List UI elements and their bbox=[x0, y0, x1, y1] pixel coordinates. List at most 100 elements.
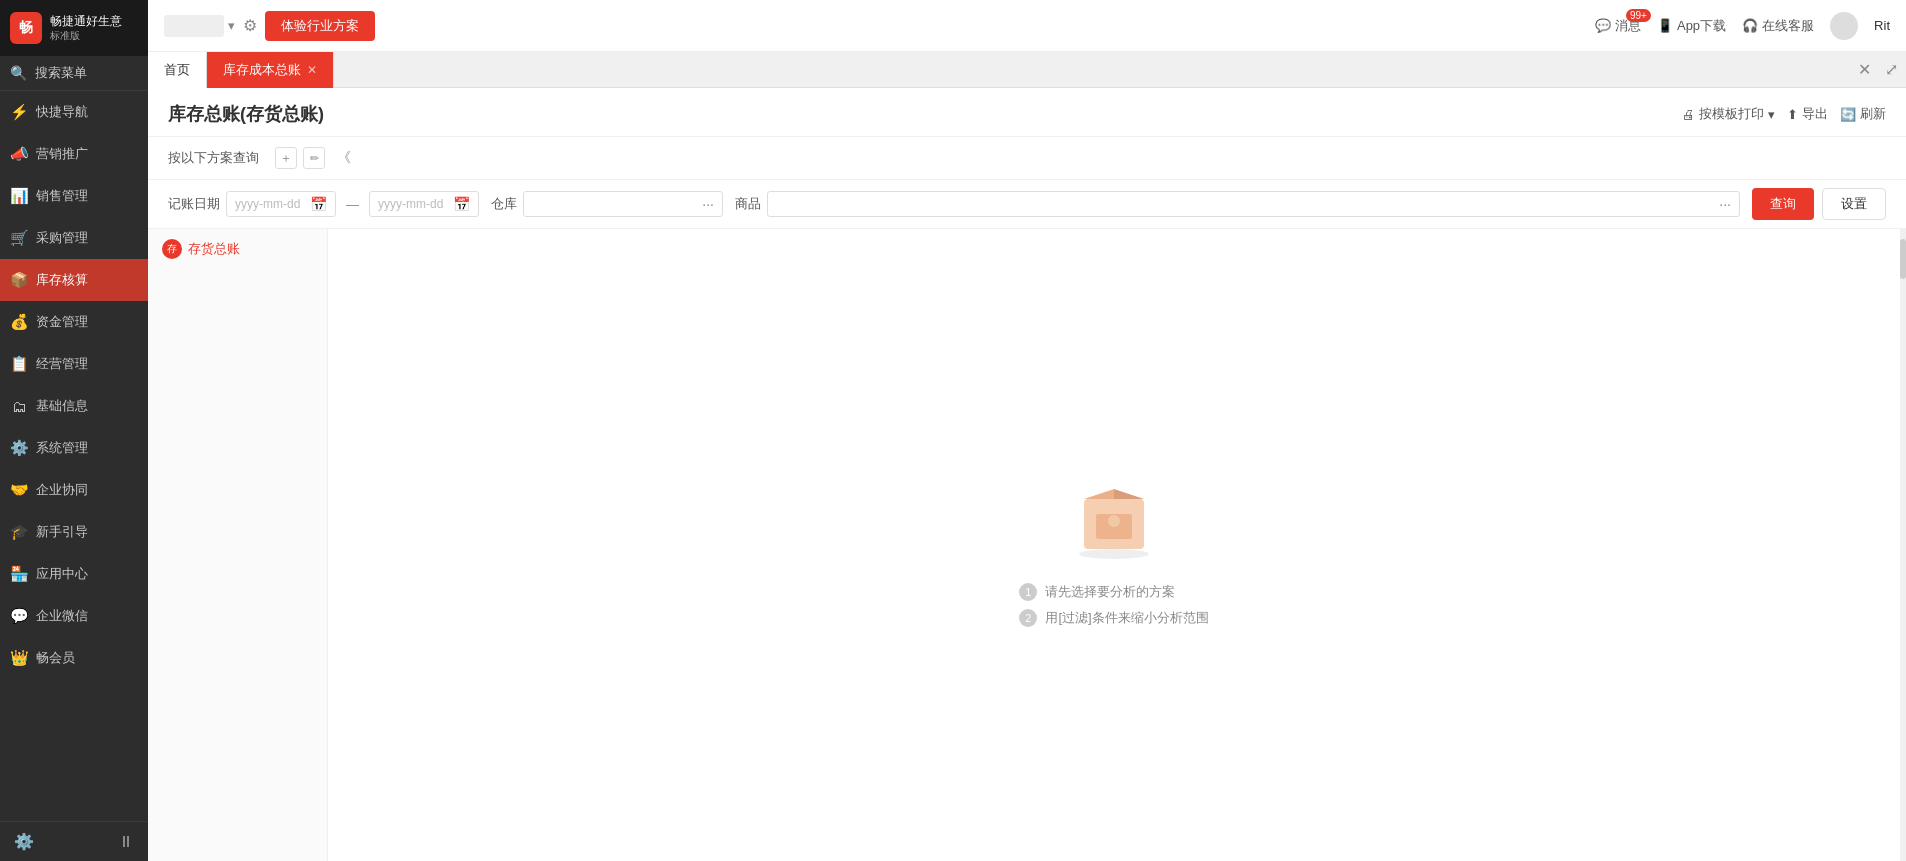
sidebar-item-guide[interactable]: 🎓 新手引导 bbox=[0, 511, 148, 553]
panel-controls: ✕ ⤢ bbox=[1850, 60, 1906, 79]
filter-add-button[interactable]: ＋ bbox=[275, 147, 297, 169]
empty-state: 1 请先选择要分析的方案 2 用[过滤]条件来缩小分析范围 bbox=[1019, 459, 1208, 631]
guide-icon: 🎓 bbox=[10, 523, 28, 541]
messages-button[interactable]: 💬 消息 99+ bbox=[1595, 17, 1641, 35]
filter-buttons: 查询 设置 bbox=[1752, 188, 1886, 220]
sidebar-item-label: 企业协同 bbox=[36, 481, 88, 499]
tip-num-2: 2 bbox=[1019, 609, 1037, 627]
goods-input[interactable]: ··· bbox=[767, 191, 1740, 217]
page-title: 库存总账(存货总账) bbox=[168, 102, 324, 126]
sidebar-search[interactable]: 🔍 搜索菜单 bbox=[0, 56, 148, 91]
sidebar-item-operations[interactable]: 📋 经营管理 bbox=[0, 343, 148, 385]
finance-icon: 💰 bbox=[10, 313, 28, 331]
export-icon: ⬆ bbox=[1787, 107, 1798, 122]
tip-num-1: 1 bbox=[1019, 583, 1037, 601]
sidebar-search-label: 搜索菜单 bbox=[35, 64, 87, 82]
sidebar-item-inventory[interactable]: 📦 库存核算 bbox=[0, 259, 148, 301]
sidebar-item-system[interactable]: ⚙️ 系统管理 bbox=[0, 427, 148, 469]
svg-point-4 bbox=[1108, 515, 1120, 527]
goods-field: 商品 ··· bbox=[735, 191, 1740, 217]
refresh-button[interactable]: 🔄 刷新 bbox=[1840, 105, 1886, 123]
sidebar-item-purchase[interactable]: 🛒 采购管理 bbox=[0, 217, 148, 259]
scheme-selector[interactable]: ▾ bbox=[164, 15, 235, 37]
sidebar-item-basic[interactable]: 🗂 基础信息 bbox=[0, 385, 148, 427]
export-label: 导出 bbox=[1802, 105, 1828, 123]
sidebar-item-label: 企业微信 bbox=[36, 607, 88, 625]
tab-close-icon[interactable]: ✕ bbox=[307, 63, 317, 77]
filter-edit-button[interactable]: ✏ bbox=[303, 147, 325, 169]
warehouse-input[interactable]: ··· bbox=[523, 191, 723, 217]
collapse-icon[interactable]: ⏸ bbox=[118, 833, 134, 851]
filter-fields-row: 记账日期 yyyy-mm-dd 📅 — yyyy-mm-dd 📅 仓库 ··· bbox=[148, 180, 1906, 229]
message-icon: 💬 bbox=[1595, 18, 1611, 33]
sidebar-footer: ⚙️ ⏸ bbox=[0, 821, 148, 861]
tip-item-1: 1 请先选择要分析的方案 bbox=[1019, 579, 1208, 605]
sidebar-item-enterprise[interactable]: 🤝 企业协同 bbox=[0, 469, 148, 511]
scroll-thumb[interactable] bbox=[1900, 239, 1906, 279]
inventory-icon: 📦 bbox=[10, 271, 28, 289]
user-avatar[interactable] bbox=[1830, 12, 1858, 40]
tab-home[interactable]: 首页 bbox=[148, 52, 207, 88]
sidebar-item-label: 基础信息 bbox=[36, 397, 88, 415]
filter-settings-button[interactable]: 设置 bbox=[1822, 188, 1886, 220]
sidebar-item-label: 采购管理 bbox=[36, 229, 88, 247]
filter-bar: 按以下方案查询 ＋ ✏ 《 bbox=[148, 137, 1906, 180]
sidebar-item-finance[interactable]: 💰 资金管理 bbox=[0, 301, 148, 343]
sidebar-item-appstore[interactable]: 🏪 应用中心 bbox=[0, 553, 148, 595]
sales-icon: 📊 bbox=[10, 187, 28, 205]
scrollbar-right[interactable] bbox=[1900, 229, 1906, 861]
messages-badge: 99+ bbox=[1626, 9, 1651, 22]
app-download-label: App下载 bbox=[1677, 17, 1726, 35]
service-label: 在线客服 bbox=[1762, 17, 1814, 35]
user-name: Rit bbox=[1874, 18, 1890, 33]
sidebar-item-wechat[interactable]: 💬 企业微信 bbox=[0, 595, 148, 637]
sidebar-item-member[interactable]: 👑 畅会员 bbox=[0, 637, 148, 679]
appstore-icon: 🏪 bbox=[10, 565, 28, 583]
sidebar-item-label: 应用中心 bbox=[36, 565, 88, 583]
print-template-button[interactable]: 🖨 按模板打印 ▾ bbox=[1682, 105, 1775, 123]
scheme-item-label: 存货总账 bbox=[188, 240, 240, 258]
tab-inventory-cost[interactable]: 库存成本总账 ✕ bbox=[207, 52, 334, 88]
basic-icon: 🗂 bbox=[10, 398, 28, 415]
sidebar-item-label: 快捷导航 bbox=[36, 103, 88, 121]
topbar: ▾ ⚙ 体验行业方案 💬 消息 99+ 📱 App下载 🎧 在线客服 Rit bbox=[148, 0, 1906, 52]
sidebar-item-quick-nav[interactable]: ⚡ 快捷导航 bbox=[0, 91, 148, 133]
sidebar-item-label: 经营管理 bbox=[36, 355, 88, 373]
settings-gear-icon[interactable]: ⚙ bbox=[243, 16, 257, 35]
sidebar-item-marketing[interactable]: 📣 营销推广 bbox=[0, 133, 148, 175]
goods-more-icon[interactable]: ··· bbox=[1719, 196, 1731, 212]
date-start-calendar-icon[interactable]: 📅 bbox=[310, 196, 327, 212]
warehouse-more-icon[interactable]: ··· bbox=[702, 196, 714, 212]
date-field-label: 记账日期 bbox=[168, 195, 220, 213]
app-version: 标准版 bbox=[50, 29, 122, 43]
date-separator: — bbox=[346, 197, 359, 212]
tip-item-2: 2 用[过滤]条件来缩小分析范围 bbox=[1019, 605, 1208, 631]
date-end-input[interactable]: yyyy-mm-dd 📅 bbox=[369, 191, 479, 217]
tab-home-label: 首页 bbox=[164, 61, 190, 79]
svg-marker-1 bbox=[1084, 489, 1114, 499]
tip-text-1: 请先选择要分析的方案 bbox=[1045, 579, 1175, 605]
panel-expand-icon[interactable]: ⤢ bbox=[1885, 60, 1898, 79]
sidebar-item-label: 销售管理 bbox=[36, 187, 88, 205]
topbar-left: ▾ ⚙ 体验行业方案 bbox=[164, 11, 1585, 41]
sidebar-item-sales[interactable]: 📊 销售管理 bbox=[0, 175, 148, 217]
trial-button[interactable]: 体验行业方案 bbox=[265, 11, 375, 41]
scheme-value[interactable] bbox=[164, 15, 224, 37]
filter-scheme-label: 按以下方案查询 bbox=[168, 149, 259, 167]
online-service-button[interactable]: 🎧 在线客服 bbox=[1742, 17, 1814, 35]
app-logo-text: 畅捷通好生意 标准版 bbox=[50, 13, 122, 44]
panel-close-icon[interactable]: ✕ bbox=[1850, 60, 1879, 79]
query-button[interactable]: 查询 bbox=[1752, 188, 1814, 220]
settings-icon[interactable]: ⚙️ bbox=[14, 832, 34, 851]
date-start-input[interactable]: yyyy-mm-dd 📅 bbox=[226, 191, 336, 217]
sidebar-item-label: 新手引导 bbox=[36, 523, 88, 541]
tabs-bar: 首页 库存成本总账 ✕ ✕ ⤢ bbox=[148, 52, 1906, 88]
system-icon: ⚙️ bbox=[10, 439, 28, 457]
scheme-inventory-general[interactable]: 存 存货总账 bbox=[148, 229, 327, 269]
search-icon: 🔍 bbox=[10, 65, 27, 81]
app-download-button[interactable]: 📱 App下载 bbox=[1657, 17, 1726, 35]
date-end-calendar-icon[interactable]: 📅 bbox=[453, 196, 470, 212]
filter-collapse-icon[interactable]: 《 bbox=[337, 149, 351, 167]
page-header: 库存总账(存货总账) 🖨 按模板打印 ▾ ⬆ 导出 🔄 刷新 bbox=[148, 88, 1906, 137]
export-button[interactable]: ⬆ 导出 bbox=[1787, 105, 1828, 123]
